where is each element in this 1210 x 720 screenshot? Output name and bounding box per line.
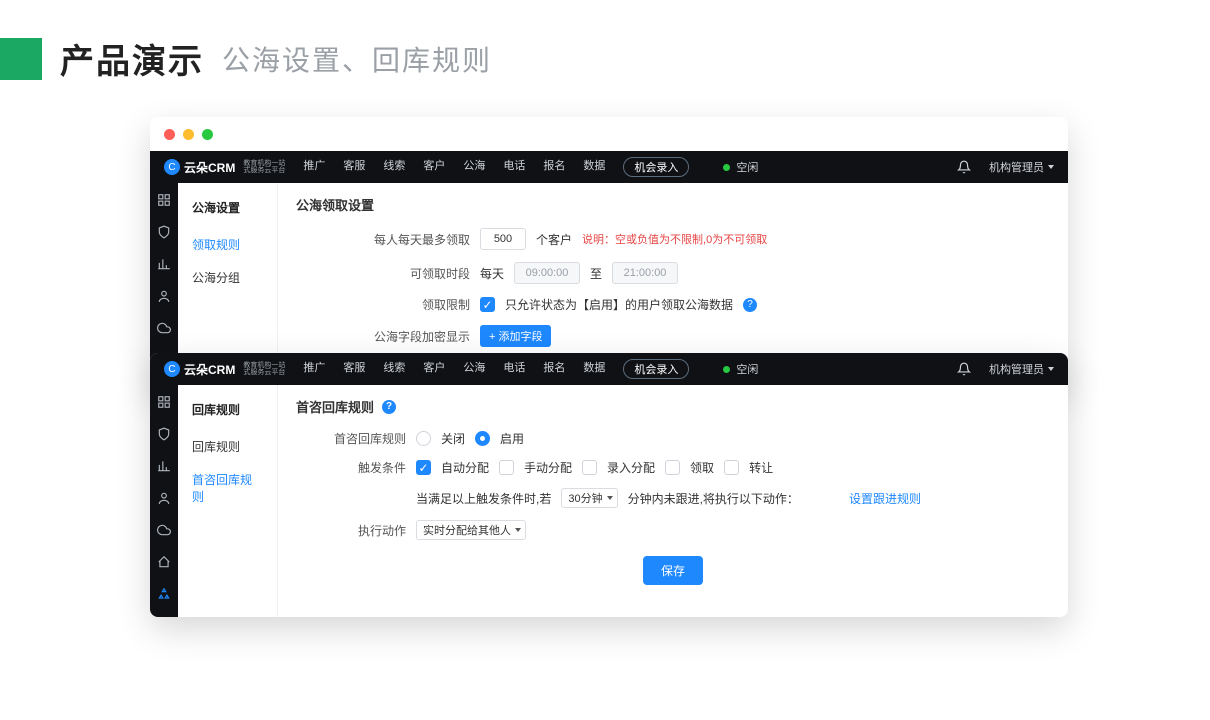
fullscreen-icon[interactable] [202, 129, 213, 140]
save-button[interactable]: 保存 [643, 556, 703, 585]
menubar: C 云朵CRM 教育机构一站 式服务云平台 推广 客服 线索 客户 公海 电话 … [150, 151, 1068, 183]
row-action: 执行动作 实时分配给其他人 [296, 520, 1050, 540]
status-indicator[interactable]: 空闲 [723, 159, 758, 175]
row-daily-limit: 每人每天最多领取 个客户 说明：空或负值为不限制,0为不可领取 [296, 228, 1050, 250]
help-icon[interactable]: ? [743, 298, 757, 312]
top-nav: 推广 客服 线索 客户 公海 电话 报名 数据 机会录入 [303, 359, 689, 379]
nav-item[interactable]: 客服 [343, 359, 365, 379]
nav-item[interactable]: 线索 [383, 157, 405, 177]
chart-icon[interactable] [157, 459, 171, 473]
trigger-manual-checkbox[interactable] [499, 460, 514, 475]
shield-icon[interactable] [157, 427, 171, 441]
trigger-entry-checkbox[interactable] [582, 460, 597, 475]
nav-item[interactable]: 公海 [463, 157, 485, 177]
user-menu[interactable]: 机构管理员 [989, 361, 1054, 377]
recycle-icon[interactable] [157, 587, 171, 601]
row-time-range: 可领取时段 每天 至 [296, 262, 1050, 284]
radio-off[interactable] [416, 431, 431, 446]
sidebar-item-return[interactable]: 回库规则 [178, 430, 277, 463]
trigger-transfer-checkbox[interactable] [724, 460, 739, 475]
page-header: 产品演示 公海设置、回库规则 [0, 0, 1210, 83]
enable-only-checkbox[interactable]: ✓ [480, 297, 495, 312]
sidebar-title: 回库规则 [178, 397, 277, 430]
page-title: 产品演示 [60, 34, 204, 83]
nav-item[interactable]: 电话 [503, 359, 525, 379]
sidebar-item-claim-rules[interactable]: 领取规则 [178, 228, 277, 261]
nav-item[interactable]: 推广 [303, 157, 325, 177]
brand-logo: C 云朵CRM 教育机构一站 式服务云平台 [164, 353, 285, 385]
radio-on[interactable] [475, 431, 490, 446]
row-triggers: 触发条件 ✓自动分配 手动分配 录入分配 领取 转让 [296, 459, 1050, 476]
dashboard-icon[interactable] [157, 193, 171, 207]
cloud-icon[interactable] [157, 523, 171, 537]
sidebar-item-first-return[interactable]: 首咨回库规则 [178, 463, 277, 513]
nav-item[interactable]: 客户 [423, 359, 445, 379]
nav-pill[interactable]: 机会录入 [623, 157, 689, 177]
row-enable: 首咨回库规则 关闭 启用 [296, 430, 1050, 447]
trigger-auto-checkbox[interactable]: ✓ [416, 460, 431, 475]
window-public-sea: C 云朵CRM 教育机构一站 式服务云平台 推广 客服 线索 客户 公海 电话 … [150, 117, 1068, 387]
time-to-input[interactable] [612, 262, 678, 284]
bell-icon[interactable] [957, 160, 971, 174]
page-subtitle: 公海设置、回库规则 [222, 39, 492, 79]
row-condition: 当满足以上触发条件时,若 30分钟 分钟内未跟进,将执行以下动作： 设置跟进规则 [296, 488, 1050, 508]
sidebar: 回库规则 回库规则 首咨回库规则 [178, 385, 278, 617]
nav-item[interactable]: 客户 [423, 157, 445, 177]
content: 首咨回库规则 ? 首咨回库规则 关闭 启用 触发条件 ✓自动分配 手动分配 录入… [278, 385, 1068, 617]
nav-item[interactable]: 公海 [463, 359, 485, 379]
chevron-down-icon [607, 496, 613, 500]
nav-item[interactable]: 电话 [503, 157, 525, 177]
row-encrypt-fields: 公海字段加密显示 + 添加字段 [296, 325, 1050, 347]
brand-logo: C 云朵CRM 教育机构一站 式服务云平台 [164, 151, 285, 183]
top-nav: 推广 客服 线索 客户 公海 电话 报名 数据 机会录入 [303, 157, 689, 177]
rail [150, 385, 178, 617]
content-title: 公海领取设置 [296, 195, 1050, 214]
user-icon[interactable] [157, 491, 171, 505]
nav-item[interactable]: 报名 [543, 157, 565, 177]
shield-icon[interactable] [157, 225, 171, 239]
close-icon[interactable] [164, 129, 175, 140]
minimize-icon[interactable] [183, 129, 194, 140]
bell-icon[interactable] [957, 362, 971, 376]
user-icon[interactable] [157, 289, 171, 303]
chart-icon[interactable] [157, 257, 171, 271]
status-indicator[interactable]: 空闲 [723, 361, 758, 377]
row-restriction: 领取限制 ✓ 只允许状态为【启用】的用户领取公海数据 ? [296, 296, 1050, 313]
nav-item[interactable]: 推广 [303, 359, 325, 379]
home-icon[interactable] [157, 555, 171, 569]
nav-item[interactable]: 数据 [583, 359, 605, 379]
nav-item[interactable]: 报名 [543, 359, 565, 379]
content-title: 首咨回库规则 ? [296, 397, 1050, 416]
limit-note: 说明：空或负值为不限制,0为不可领取 [582, 231, 767, 247]
window-return-rules: C 云朵CRM 教育机构一站 式服务云平台 推广 客服 线索 客户 公海 电话 … [150, 353, 1068, 617]
cloud-icon[interactable] [157, 321, 171, 335]
titlebar [150, 117, 1068, 151]
chevron-down-icon [515, 528, 521, 532]
add-field-button[interactable]: + 添加字段 [480, 325, 551, 347]
nav-item[interactable]: 线索 [383, 359, 405, 379]
daily-limit-input[interactable] [480, 228, 526, 250]
nav-pill[interactable]: 机会录入 [623, 359, 689, 379]
nav-item[interactable]: 客服 [343, 157, 365, 177]
menubar: C 云朵CRM 教育机构一站 式服务云平台 推广 客服 线索 客户 公海 电话 … [150, 353, 1068, 385]
accent-block [0, 38, 42, 80]
set-followup-link[interactable]: 设置跟进规则 [849, 490, 921, 507]
action-select[interactable]: 实时分配给其他人 [416, 520, 526, 540]
trigger-claim-checkbox[interactable] [665, 460, 680, 475]
time-from-input[interactable] [514, 262, 580, 284]
minutes-select[interactable]: 30分钟 [561, 488, 617, 508]
sidebar-title: 公海设置 [178, 195, 277, 228]
nav-item[interactable]: 数据 [583, 157, 605, 177]
help-icon[interactable]: ? [382, 400, 396, 414]
sidebar-item-groups[interactable]: 公海分组 [178, 261, 277, 294]
dashboard-icon[interactable] [157, 395, 171, 409]
user-menu[interactable]: 机构管理员 [989, 159, 1054, 175]
